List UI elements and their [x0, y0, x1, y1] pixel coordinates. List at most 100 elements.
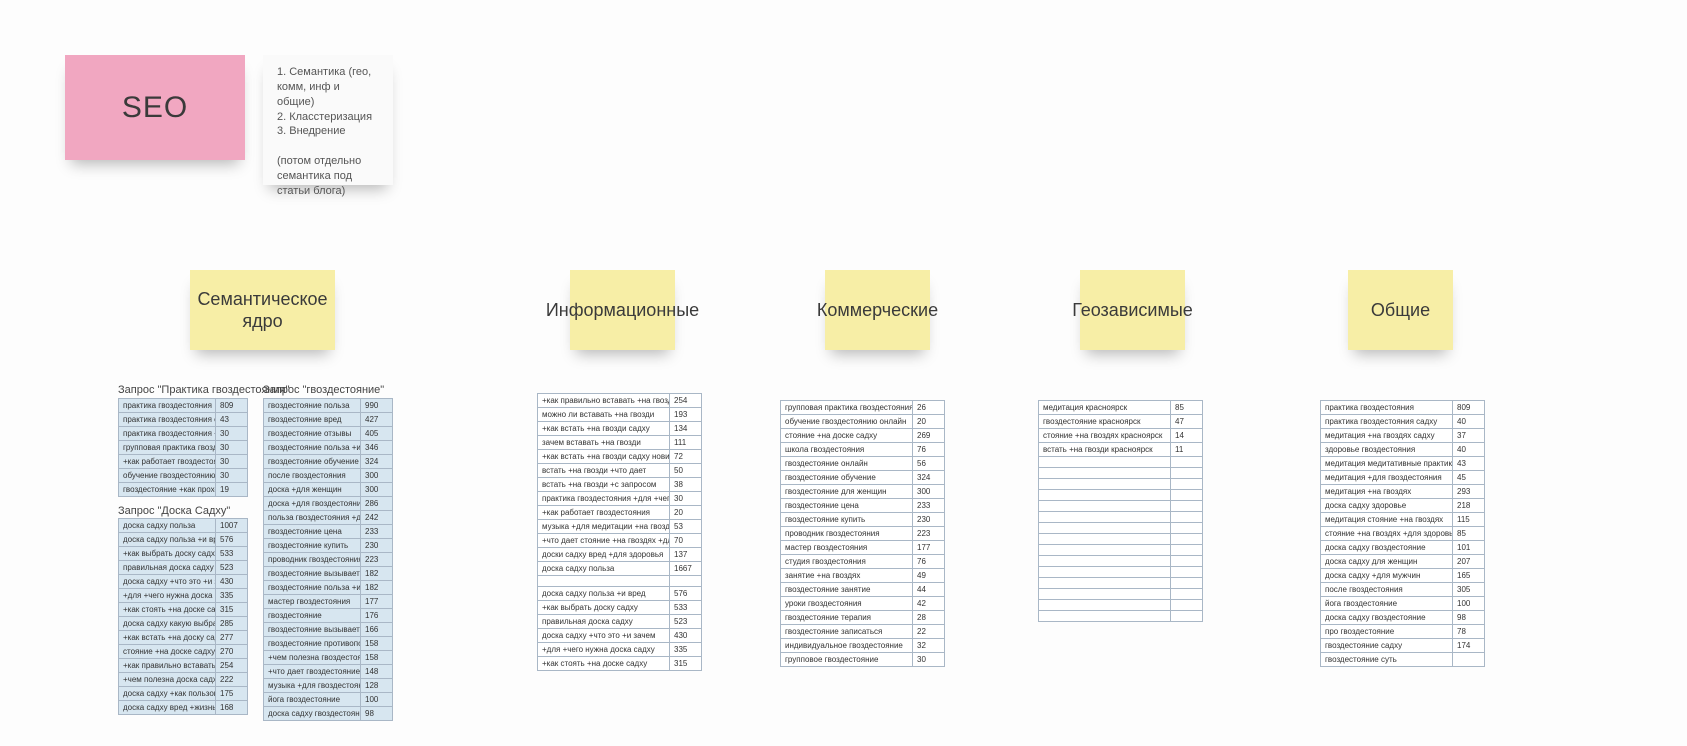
miro-canvas[interactable]: { "stickies": { "seo": "SEO", "seo_note"…: [0, 0, 1687, 746]
table-row[interactable]: доска садху вред +жизнь168: [119, 701, 248, 715]
table-row[interactable]: доска +для гвоздестояния286: [264, 497, 393, 511]
table-row[interactable]: гвоздестояние обучение324: [264, 455, 393, 469]
table-geo[interactable]: медитация красноярск85гвоздестояние крас…: [1038, 400, 1203, 622]
table-row[interactable]: про гвоздестояние78: [1321, 625, 1485, 639]
table-row[interactable]: [1039, 457, 1203, 468]
table-row[interactable]: обучение гвоздестоянию онлайн20: [781, 415, 945, 429]
table-row[interactable]: доска садху для женщин207: [1321, 555, 1485, 569]
table-row[interactable]: гвоздестояние цена233: [781, 499, 945, 513]
table-general[interactable]: практика гвоздестояния809практика гвозде…: [1320, 400, 1485, 667]
table-row[interactable]: групповое гвоздестояние30: [781, 653, 945, 667]
table-row[interactable]: после гвоздестояния300: [264, 469, 393, 483]
table-row[interactable]: гвоздестояние онлайн56: [781, 457, 945, 471]
table-row[interactable]: медитация +для гвоздестояния45: [1321, 471, 1485, 485]
table-comm[interactable]: групповая практика гвоздестояния26обучен…: [780, 400, 945, 667]
table-row[interactable]: мастер гвоздестояния177: [781, 541, 945, 555]
table-row[interactable]: +как работает гвоздестояния20: [538, 506, 702, 520]
table-row[interactable]: +для +чего нужна доска садху335: [119, 589, 248, 603]
table-row[interactable]: [1039, 490, 1203, 501]
table-row[interactable]: доска садху +что это +и зачем430: [119, 575, 248, 589]
table-row[interactable]: практика гвоздестояния809: [1321, 401, 1485, 415]
table-row[interactable]: [1039, 468, 1203, 479]
table-row[interactable]: медитация +на гвоздях садху37: [1321, 429, 1485, 443]
table-row[interactable]: проводник гвоздестояния223: [781, 527, 945, 541]
table-row[interactable]: +как встать +на гвозди садху новичкам72: [538, 450, 702, 464]
table-row[interactable]: [1039, 600, 1203, 611]
table-row[interactable]: доска садху польза1667: [538, 562, 702, 576]
table-row[interactable]: встать +на гвозди красноярск11: [1039, 443, 1203, 457]
table-row[interactable]: [1039, 611, 1203, 622]
table-row[interactable]: стояние +на гвоздях +для здоровья85: [1321, 527, 1485, 541]
table-row[interactable]: гвоздестояние красноярск47: [1039, 415, 1203, 429]
table-row[interactable]: [1039, 534, 1203, 545]
table-info[interactable]: +как правильно вставать +на гвозди254мож…: [537, 393, 702, 671]
table-row[interactable]: +как стоять +на доске садху315: [119, 603, 248, 617]
table-row[interactable]: гвоздестояние вызывает бесплодие166: [264, 623, 393, 637]
table-row[interactable]: +что дает стояние +на гвоздях +для здоро…: [538, 534, 702, 548]
table-row[interactable]: [1039, 567, 1203, 578]
sticky-seo-note[interactable]: 1. Семантика (гео, комм, инф и общие) 2.…: [263, 55, 393, 185]
table-row[interactable]: +как стоять +на доске садху315: [538, 657, 702, 671]
table-row[interactable]: гвоздестояние отзывы405: [264, 427, 393, 441]
table-row[interactable]: гвоздестояние вред427: [264, 413, 393, 427]
sticky-info[interactable]: Информационные: [570, 270, 675, 350]
table-row[interactable]: стояние +на доске садху269: [781, 429, 945, 443]
table-row[interactable]: гвоздестояние обучение324: [781, 471, 945, 485]
table-row[interactable]: уроки гвоздестояния42: [781, 597, 945, 611]
table-row[interactable]: встать +на гвозди +что дает50: [538, 464, 702, 478]
table-row[interactable]: доска садху здоровье218: [1321, 499, 1485, 513]
table-row[interactable]: стояние +на гвоздях красноярск14: [1039, 429, 1203, 443]
table-row[interactable]: гвоздестояние суть: [1321, 653, 1485, 667]
sticky-geo[interactable]: Геозависимые: [1080, 270, 1185, 350]
table-row[interactable]: доска садху польза +и вред576: [119, 533, 248, 547]
table-row[interactable]: йога гвоздестояние100: [1321, 597, 1485, 611]
table-row[interactable]: здоровье гвоздестояния40: [1321, 443, 1485, 457]
table-row[interactable]: польза гвоздестояния +для женщин242: [264, 511, 393, 525]
sticky-comm[interactable]: Коммерческие: [825, 270, 930, 350]
table-row[interactable]: [1039, 556, 1203, 567]
table-row[interactable]: гвоздестояние цена233: [264, 525, 393, 539]
table-row[interactable]: +чем полезна гвоздестояние158: [264, 651, 393, 665]
table-row[interactable]: +как правильно вставать +на гвозди254: [119, 659, 248, 673]
table-row[interactable]: музыка +для медитации +на гвоздях53: [538, 520, 702, 534]
table-q1[interactable]: практика гвоздестояния809 практика гвозде…: [118, 398, 248, 497]
table-row[interactable]: доска садху польза1007: [119, 519, 248, 533]
table-row[interactable]: гвоздестояние польза +и вред +для женщин…: [264, 581, 393, 595]
table-row[interactable]: гвоздестояние для женщин300: [781, 485, 945, 499]
table-row[interactable]: гвоздестояние купить230: [781, 513, 945, 527]
table-row[interactable]: +как встать +на гвозди садху134: [538, 422, 702, 436]
sticky-seo[interactable]: SEO: [65, 55, 245, 160]
table-row[interactable]: мастер гвоздестояния177: [264, 595, 393, 609]
table-row[interactable]: доска садху +для мужчин165: [1321, 569, 1485, 583]
table-row[interactable]: музыка +для гвоздестояния128: [264, 679, 393, 693]
table-row[interactable]: гвоздестояние +как проходит19: [119, 483, 248, 497]
table-row[interactable]: после гвоздестояния305: [1321, 583, 1485, 597]
table-row[interactable]: практика гвоздестояния809: [119, 399, 248, 413]
table-row[interactable]: доска садху гвоздестояние98: [1321, 611, 1485, 625]
table-row[interactable]: проводник гвоздестояния223: [264, 553, 393, 567]
table-row[interactable]: [1039, 523, 1203, 534]
table-row[interactable]: +чем полезна доска садху222: [119, 673, 248, 687]
table-row[interactable]: [1039, 512, 1203, 523]
table-row[interactable]: практика гвоздестояния +для +чего нужна3…: [119, 427, 248, 441]
table-row[interactable]: занятие +на гвоздях49: [781, 569, 945, 583]
table-row[interactable]: [1039, 479, 1203, 490]
table-row[interactable]: правильная доска садху523: [119, 561, 248, 575]
table-row[interactable]: гвоздестояние записаться22: [781, 625, 945, 639]
table-row[interactable]: доска садху гвоздестояние98: [264, 707, 393, 721]
table-row[interactable]: гвоздестояние польза +и вред346: [264, 441, 393, 455]
table-row[interactable]: практика гвоздестояния садху40: [1321, 415, 1485, 429]
table-row[interactable]: медитация стояние +на гвоздях115: [1321, 513, 1485, 527]
table-row[interactable]: студия гвоздестояния76: [781, 555, 945, 569]
table-row[interactable]: гвоздестояние польза990: [264, 399, 393, 413]
sticky-core[interactable]: Семантическое ядро: [190, 270, 335, 350]
table-row[interactable]: доска садху какую выбрать285: [119, 617, 248, 631]
table-row[interactable]: [1039, 501, 1203, 512]
table-row[interactable]: доска садху +что это +и зачем430: [538, 629, 702, 643]
table-row[interactable]: медитация +на гвоздях293: [1321, 485, 1485, 499]
table-row[interactable]: индивидуальное гвоздестояние32: [781, 639, 945, 653]
table-row[interactable]: +как правильно вставать +на гвозди254: [538, 394, 702, 408]
table-row[interactable]: доска садху польза +и вред576: [538, 587, 702, 601]
table-row[interactable]: гвоздестояние терапия28: [781, 611, 945, 625]
table-row[interactable]: +как выбрать доску садху533: [119, 547, 248, 561]
